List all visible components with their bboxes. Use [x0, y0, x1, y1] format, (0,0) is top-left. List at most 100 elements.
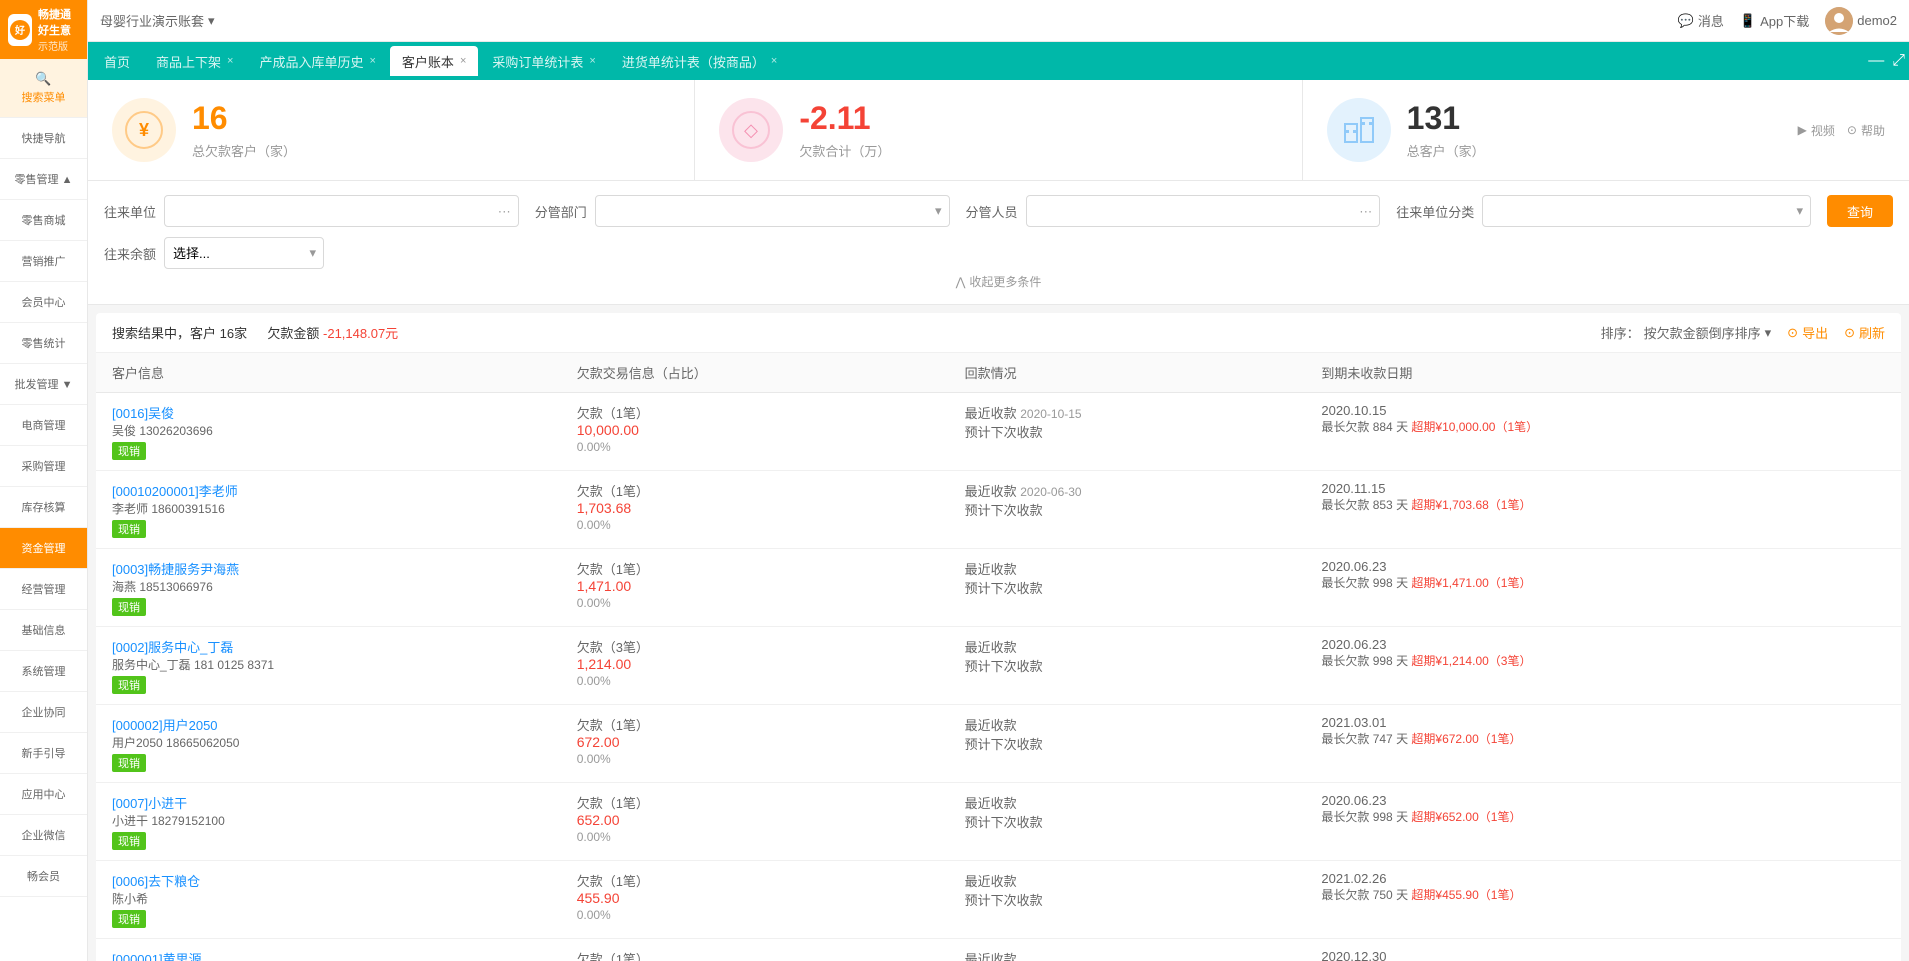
- sidebar-item-retail-stats[interactable]: 零售统计: [0, 323, 87, 364]
- sidebar-item-inventory[interactable]: 库存核算: [0, 487, 87, 528]
- sidebar-item-search-menu[interactable]: 🔍 搜索菜单: [0, 59, 87, 118]
- total-customers-label: 总客户（家）: [1407, 141, 1782, 160]
- debt-ratio: 0.00%: [577, 440, 933, 454]
- sidebar-item-system-mgmt[interactable]: 系统管理: [0, 651, 87, 692]
- debt-count: 欠款（1笔）: [577, 793, 933, 812]
- recovery-last: 最近收款: [965, 637, 1290, 656]
- sidebar-item-finance[interactable]: 资金管理: [0, 528, 87, 569]
- table-actions: 排序： 按欠款金额倒序排序 ▾ ⊙ 导出 ⊙ 刷新: [1601, 323, 1885, 342]
- tab-import-stats-close[interactable]: ×: [771, 55, 777, 67]
- sidebar-item-new-guide[interactable]: 新手引导: [0, 733, 87, 774]
- customer-name-link[interactable]: [00010200001]李老师: [112, 484, 238, 499]
- sidebar-item-batch-mgmt[interactable]: 批发管理 ▼: [0, 364, 87, 405]
- debt-count: 欠款（1笔）: [577, 715, 933, 734]
- sidebar-item-vip-member[interactable]: 畅会员: [0, 856, 87, 897]
- customer-name-link[interactable]: [000002]用户2050: [112, 718, 218, 733]
- debt-ratio: 0.00%: [577, 830, 933, 844]
- overdue-tag-link[interactable]: 超期¥672.00（1笔）: [1411, 732, 1521, 746]
- message-btn[interactable]: 💬 消息: [1678, 11, 1724, 30]
- sidebar-item-business-mgmt[interactable]: 经营管理: [0, 569, 87, 610]
- filter-remaining: 往来余额 选择... ▾: [104, 237, 1893, 269]
- customer-tag: 现销: [112, 442, 146, 460]
- sidebar-item-quick-nav[interactable]: 快捷导航: [0, 118, 87, 159]
- customer-name-link[interactable]: [0003]畅捷服务尹海燕: [112, 562, 239, 577]
- recovery-last: 最近收款: [965, 559, 1290, 578]
- customer-name-link[interactable]: [000001]黄思源: [112, 952, 202, 961]
- tab-home-label: 首页: [104, 52, 130, 71]
- debt-ratio: 0.00%: [577, 908, 933, 922]
- overdue-tag-link[interactable]: 超期¥455.90（1笔）: [1411, 888, 1521, 902]
- overdue-cell-7: 2020.12.30 最长欠款 808 天 超期¥429.00（1笔）: [1305, 939, 1901, 961]
- customer-name-link[interactable]: [0016]吴俊: [112, 406, 174, 421]
- sidebar-item-purchase-mgmt[interactable]: 采购管理: [0, 446, 87, 487]
- col-overdue-date: 到期未收款日期: [1305, 353, 1901, 393]
- sidebar-item-membership[interactable]: 会员中心: [0, 282, 87, 323]
- sidebar-item-retail-mall[interactable]: 零售商城: [0, 200, 87, 241]
- customer-name-link[interactable]: [0007]小进干: [112, 796, 187, 811]
- tab-product-shelf[interactable]: 商品上下架 ×: [144, 46, 245, 76]
- sort-selector[interactable]: 排序： 按欠款金额倒序排序 ▾: [1601, 323, 1772, 342]
- overdue-cell-3: 2020.06.23 最长欠款 998 天 超期¥1,214.00（3笔）: [1305, 627, 1901, 705]
- debt-amount: 455.90: [577, 890, 933, 906]
- tab-home[interactable]: 首页: [92, 46, 142, 76]
- source-unit-input[interactable]: [164, 195, 519, 227]
- remaining-select[interactable]: 选择...: [164, 237, 324, 269]
- dept-input[interactable]: [595, 195, 950, 227]
- customer-name-link[interactable]: [0006]去下粮仓: [112, 874, 200, 889]
- sidebar-item-retail-mgmt[interactable]: 零售管理 ▲: [0, 159, 87, 200]
- sidebar-item-ecommerce[interactable]: 电商管理: [0, 405, 87, 446]
- tab-product-history[interactable]: 产成品入库单历史 ×: [247, 46, 387, 76]
- customer-tag: 现销: [112, 832, 146, 850]
- content-area: ¥ 16 总欠款客户（家） ◇: [88, 80, 1909, 961]
- tab-customer-account-close[interactable]: ×: [460, 55, 466, 67]
- video-icon: ▶: [1798, 123, 1807, 137]
- sidebar-item-app-center[interactable]: 应用中心: [0, 774, 87, 815]
- tab-expand-btn[interactable]: ⤢: [1892, 52, 1905, 70]
- sidebar-item-enterprise-wechat[interactable]: 企业微信: [0, 815, 87, 856]
- refresh-button[interactable]: ⊙ 刷新: [1844, 323, 1885, 342]
- collapse-icon: ⋀: [956, 275, 966, 289]
- app-download-btn[interactable]: 📱 App下载: [1740, 11, 1809, 30]
- help-btn[interactable]: ⊙ 帮助: [1847, 122, 1885, 139]
- message-icon: 💬: [1678, 13, 1694, 29]
- overdue-cell-4: 2021.03.01 最长欠款 747 天 超期¥672.00（1笔）: [1305, 705, 1901, 783]
- search-button[interactable]: 查询: [1827, 195, 1893, 227]
- person-dots-icon[interactable]: ···: [1359, 204, 1372, 219]
- sidebar-item-enterprise-collab[interactable]: 企业协同: [0, 692, 87, 733]
- table-row: [000001]黄思源 黄思源 13552700226 现销 欠款（1笔） 42…: [96, 939, 1901, 961]
- tab-purchase-order[interactable]: 采购订单统计表 ×: [480, 46, 607, 76]
- recovery-last: 最近收款: [965, 715, 1290, 734]
- overdue-tag-link[interactable]: 超期¥10,000.00（1笔）: [1411, 420, 1538, 434]
- user-avatar-btn[interactable]: demo2: [1825, 7, 1897, 35]
- recovery-last: 最近收款: [965, 793, 1290, 812]
- customer-phone: 海燕 18513066976: [112, 578, 545, 595]
- tab-product-history-close[interactable]: ×: [369, 55, 375, 67]
- source-unit-class-input[interactable]: [1482, 195, 1811, 227]
- customer-phone: 小进干 18279152100: [112, 812, 545, 829]
- overdue-tag-link[interactable]: 超期¥1,214.00（3笔）: [1411, 654, 1531, 668]
- dept-dropdown-icon[interactable]: ▾: [935, 203, 942, 219]
- customer-cell-3: [0002]服务中心_丁磊 服务中心_丁磊 181 0125 8371 现销: [96, 627, 561, 705]
- overdue-tag-link[interactable]: 超期¥1,703.68（1笔）: [1411, 498, 1531, 512]
- sidebar-item-basic-info[interactable]: 基础信息: [0, 610, 87, 651]
- table-row: [0006]去下粮仓 陈小希 现销 欠款（1笔） 455.90 0.00% 最近…: [96, 861, 1901, 939]
- collapse-button[interactable]: ⋀ 收起更多条件: [956, 273, 1042, 290]
- overdue-date: 2020.06.23: [1321, 793, 1885, 808]
- tab-product-shelf-close[interactable]: ×: [227, 55, 233, 67]
- view-video-btn[interactable]: ▶ 视频: [1798, 122, 1835, 139]
- recovery-last: 最近收款 2020-10-15: [965, 403, 1290, 422]
- tab-import-stats[interactable]: 进货单统计表（按商品） ×: [610, 46, 789, 76]
- org-selector[interactable]: 母婴行业演示账套 ▾: [100, 11, 215, 30]
- tab-purchase-order-close[interactable]: ×: [589, 55, 595, 67]
- person-input[interactable]: [1026, 195, 1381, 227]
- tab-customer-account[interactable]: 客户账本 ×: [390, 46, 478, 76]
- source-unit-class-dropdown-icon[interactable]: ▾: [1796, 203, 1803, 219]
- customer-name-link[interactable]: [0002]服务中心_丁磊: [112, 640, 233, 655]
- tab-minimize-btn[interactable]: —: [1868, 52, 1884, 70]
- overdue-tag-link[interactable]: 超期¥1,471.00（1笔）: [1411, 576, 1531, 590]
- sidebar-item-marketing[interactable]: 营销推广: [0, 241, 87, 282]
- source-unit-dots-icon[interactable]: ···: [498, 204, 511, 219]
- table-row: [0003]畅捷服务尹海燕 海燕 18513066976 现销 欠款（1笔） 1…: [96, 549, 1901, 627]
- overdue-tag-link[interactable]: 超期¥652.00（1笔）: [1411, 810, 1521, 824]
- export-button[interactable]: ⊙ 导出: [1787, 323, 1828, 342]
